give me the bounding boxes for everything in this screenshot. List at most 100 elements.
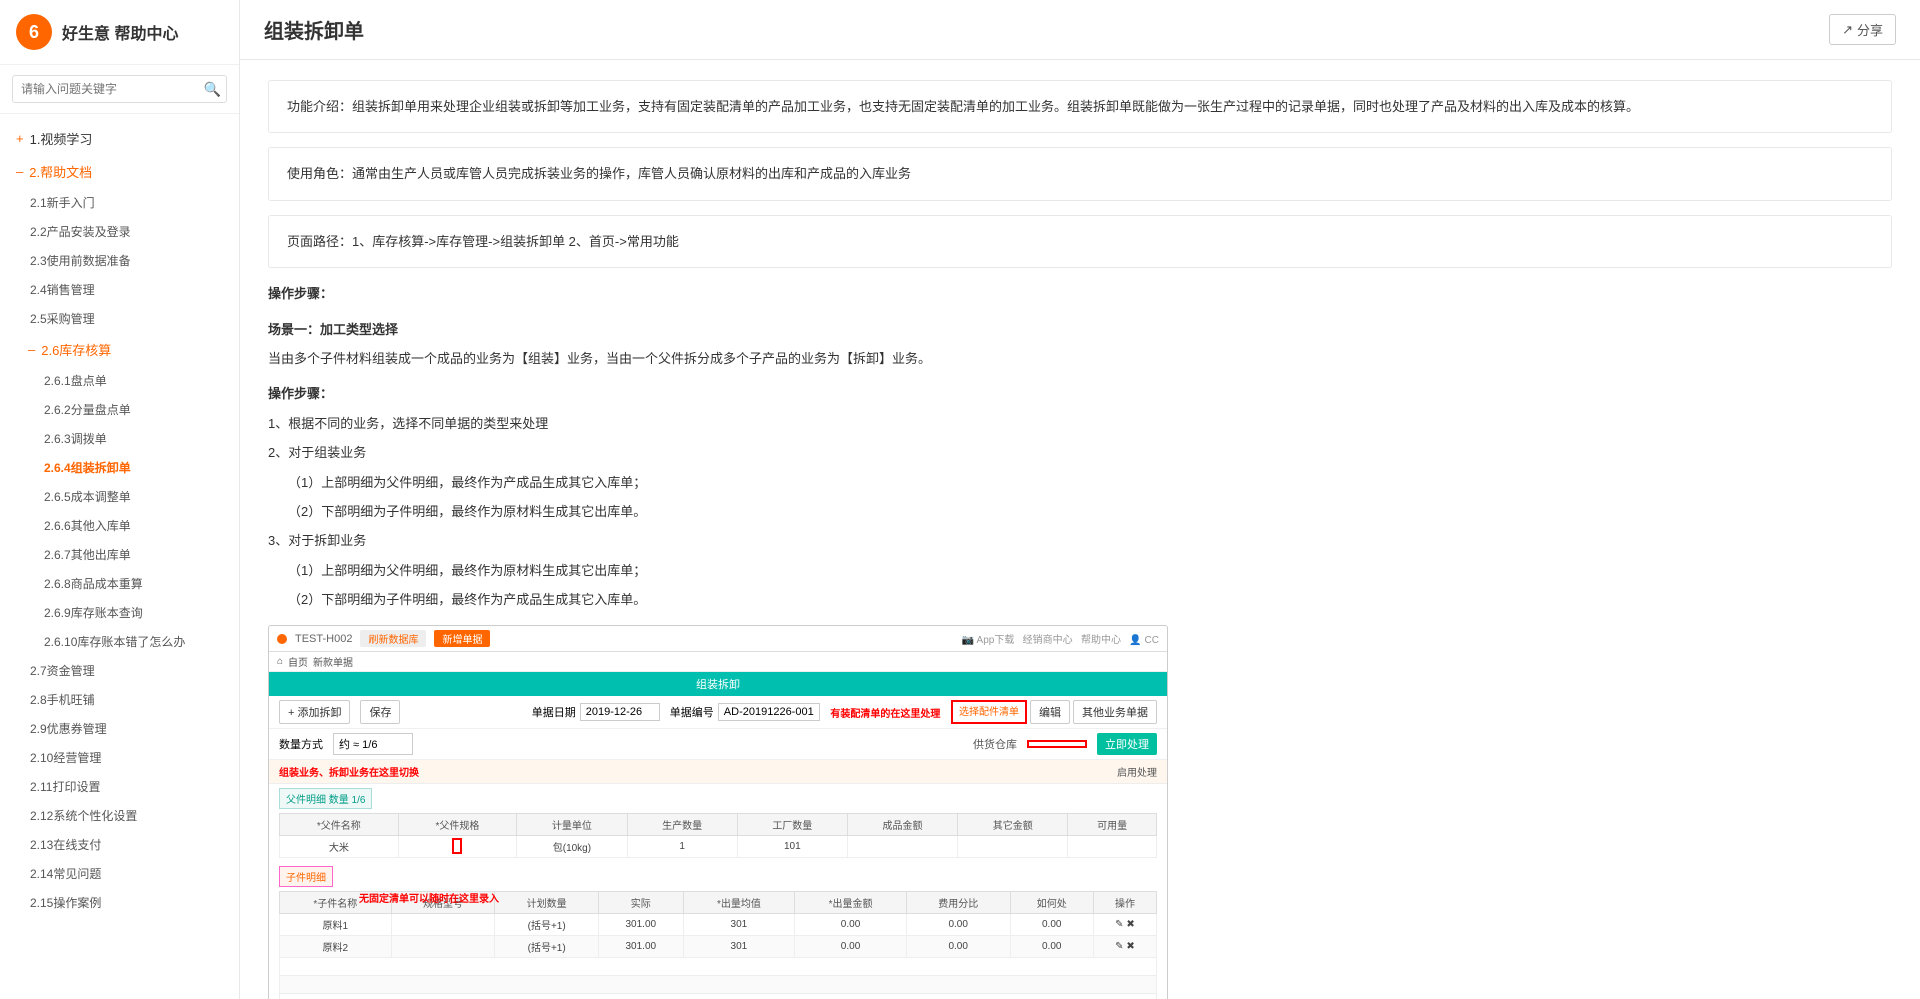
mock-type-header: 组装拆卸 xyxy=(269,672,1167,696)
mock-lr2-op: ✎ ✖ xyxy=(1093,936,1156,958)
mock-upper-cell-name: 大米 xyxy=(280,836,399,858)
mock-edit-btn: 编辑 xyxy=(1030,700,1070,724)
mock-warehouse-input xyxy=(1027,740,1087,748)
mock-type-label: 组装拆卸 xyxy=(696,679,740,691)
step3-2-text: （2）下部明细为子件明细，最终作为产成品生成其它入库单。 xyxy=(288,588,1892,611)
mock-nav-new: 新款单据 xyxy=(313,654,353,669)
mock-input-red-name xyxy=(452,838,462,854)
mock-lower-row-2: 原料2 (括号+1) 301.00 301 0.00 0.00 0.00 ✎ ✖ xyxy=(280,936,1157,958)
sidebar-item-2-6-5[interactable]: 2.6.5成本调整单 xyxy=(0,482,239,511)
share-label: 分享 xyxy=(1857,20,1883,39)
sidebar-item-2-2[interactable]: 2.2产品安装及登录 xyxy=(0,217,239,246)
sidebar-item-2-12[interactable]: 2.12系统个性化设置 xyxy=(0,801,239,830)
sidebar-item-2-3[interactable]: 2.3使用前数据准备 xyxy=(0,246,239,275)
mock-lr1-op: ✎ ✖ xyxy=(1093,914,1156,936)
sidebar-item-2-6-10[interactable]: 2.6.10库存账本错了怎么办 xyxy=(0,627,239,656)
mock-upper-cell-unit: 包(10kg) xyxy=(517,836,627,858)
mock-lr1-how: 0.00 xyxy=(1010,914,1093,936)
intro-text-2: 使用角色：通常由生产人员或库管人员完成拆装业务的操作，库管人员确认原材料的出库和… xyxy=(287,162,1873,185)
scene1-section: 场景一：加工类型选择 当由多个子件材料组装成一个成品的业务为【组装】业务，当由一… xyxy=(268,318,1892,371)
mock-upper-cell-amt2 xyxy=(958,836,1068,858)
mock-lower-row-1: 原料1 (括号+1) 301.00 301 0.00 0.00 0.00 ✎ ✖ xyxy=(280,914,1157,936)
sidebar-item-2-6-1[interactable]: 2.6.1盘点单 xyxy=(0,366,239,395)
sidebar-item-2-6-7[interactable]: 2.6.7其他出库单 xyxy=(0,540,239,569)
sidebar-item-2-13[interactable]: 2.13在线支付 xyxy=(0,830,239,859)
sidebar-item-2-6-4[interactable]: 2.6.4组装拆卸单 xyxy=(0,453,239,482)
page-header: 组装拆卸单 ↗ 分享 xyxy=(240,0,1920,60)
mock-lth-4: 实际 xyxy=(599,892,684,914)
sidebar-item-label: 1.视频学习 xyxy=(30,129,93,148)
mock-lower-table-container: 子件明细 无固定清单可以随时在这里录入 *子件名称 规格型号 计划数量 实际 *… xyxy=(269,862,1167,999)
sidebar-item-2-4[interactable]: 2.4销售管理 xyxy=(0,275,239,304)
mock-upper-cell-spec xyxy=(398,836,517,858)
search-input[interactable] xyxy=(12,75,227,103)
mock-lr1-spec xyxy=(391,914,495,936)
sidebar-item-2-6-9[interactable]: 2.6.9库存账本查询 xyxy=(0,598,239,627)
mock-lth-7: 费用分比 xyxy=(906,892,1010,914)
sidebar-item-2-1[interactable]: 2.1新手入门 xyxy=(0,188,239,217)
logo-icon: 6 xyxy=(16,14,52,50)
sidebar-item-2-6-2[interactable]: 2.6.2分量盘点单 xyxy=(0,395,239,424)
mock-upper-table: *父件名称 *父件规格 计量单位 生产数量 工厂数量 成品金额 其它金额 可用量 xyxy=(279,813,1157,858)
sidebar-item-2-6-3[interactable]: 2.6.3调拨单 xyxy=(0,424,239,453)
share-button[interactable]: ↗ 分享 xyxy=(1829,14,1896,45)
mock-qty-value: 约 ≈ 1/6 xyxy=(333,733,413,755)
step2-2-text: （2）下部明细为子件明细，最终作为原材料生成其它出库单。 xyxy=(288,500,1892,523)
mock-th-7: 其它金额 xyxy=(958,814,1068,836)
mock-confirm-btn: 立即处理 xyxy=(1097,733,1157,755)
mock-lower-row-5 xyxy=(280,994,1157,999)
sidebar-item-2-6[interactable]: – 2.6库存核算 xyxy=(0,333,239,366)
intro-text-1: 功能介绍：组装拆卸单用来处理企业组装或拆卸等加工业务，支持有固定装配清单的产品加… xyxy=(287,95,1873,118)
sidebar-item-2-10[interactable]: 2.10经营管理 xyxy=(0,743,239,772)
mock-th-2: *父件规格 xyxy=(398,814,517,836)
mock-th-8: 可用量 xyxy=(1068,814,1157,836)
mock-form-row: + 添加拆卸 保存 单据日期 2019-12-26 单据编号 AD-201912… xyxy=(269,696,1167,729)
mock-lower-row-4 xyxy=(280,976,1157,994)
mock-date-value: 2019-12-26 xyxy=(580,703,660,721)
ops-steps-section: 操作步骤： 1、根据不同的业务，选择不同单据的类型来处理 2、对于组装业务 （1… xyxy=(268,382,1892,611)
main-content: 功能介绍：组装拆卸单用来处理企业组装或拆卸等加工业务，支持有固定装配清单的产品加… xyxy=(240,60,1920,999)
mock-num-field: 单据编号 AD-20191226-001 xyxy=(670,703,820,721)
step3-text: 3、对于拆卸业务 xyxy=(268,529,1892,552)
mock-lth-5: *出量均值 xyxy=(683,892,795,914)
intro-block-1: 功能介绍：组装拆卸单用来处理企业组装或拆卸等加工业务，支持有固定装配清单的产品加… xyxy=(268,80,1892,133)
sidebar-item-2-6-8[interactable]: 2.6.8商品成本重算 xyxy=(0,569,239,598)
mock-lth-9: 操作 xyxy=(1093,892,1156,914)
sidebar-item-docs[interactable]: – 2.帮助文档 xyxy=(0,155,239,188)
mock-lr2-ratio: 0.00 xyxy=(906,936,1010,958)
mock-lower-table-label: 子件明细 xyxy=(279,866,333,887)
mock-lth-8: 如何处 xyxy=(1010,892,1093,914)
mock-lr2-name: 原料2 xyxy=(280,936,392,958)
sidebar-item-2-5[interactable]: 2.5采购管理 xyxy=(0,304,239,333)
main-area: 组装拆卸单 ↗ 分享 功能介绍：组装拆卸单用来处理企业组装或拆卸等加工业务，支持… xyxy=(240,0,1920,999)
sidebar-item-2-11[interactable]: 2.11打印设置 xyxy=(0,772,239,801)
logo-area: 6 好生意 帮助中心 xyxy=(0,0,239,65)
mock-type-annotation: 组装业务、拆卸业务在这里切换 xyxy=(279,764,419,779)
sidebar-item-2-6-6[interactable]: 2.6.6其他入库单 xyxy=(0,511,239,540)
mock-num-value: AD-20191226-001 xyxy=(718,703,820,721)
search-area: 🔍 xyxy=(0,65,239,114)
sidebar-item-2-8[interactable]: 2.8手机旺铺 xyxy=(0,685,239,714)
sidebar-item-2-9[interactable]: 2.9优惠券管理 xyxy=(0,714,239,743)
sidebar: 6 好生意 帮助中心 🔍 + 1.视频学习 – 2.帮助文档 2.1新手入门 2… xyxy=(0,0,240,999)
minus-icon: – xyxy=(28,342,35,357)
mock-lr2-spec xyxy=(391,936,495,958)
sidebar-item-2-7[interactable]: 2.7资金管理 xyxy=(0,656,239,685)
mock-lower-table: *子件名称 规格型号 计划数量 实际 *出量均值 *出量金额 费用分比 如何处 … xyxy=(279,891,1157,999)
path-block: 页面路径：1、库存核算->库存管理->组装拆卸单 2、首页->常用功能 xyxy=(268,215,1892,268)
sidebar-item-2-14[interactable]: 2.14常见问题 xyxy=(0,859,239,888)
sidebar-item-2-15[interactable]: 2.15操作案例 xyxy=(0,888,239,917)
mock-lr1-ratio: 0.00 xyxy=(906,914,1010,936)
mock-date-label: 单据日期 xyxy=(532,704,576,720)
minus-icon: – xyxy=(16,164,23,179)
search-button[interactable]: 🔍 xyxy=(204,81,221,98)
sidebar-item-videos[interactable]: + 1.视频学习 xyxy=(0,122,239,155)
mock-num-label: 单据编号 xyxy=(670,704,714,720)
sidebar-item-label: 2.6库存核算 xyxy=(41,340,111,359)
logo-text: 好生意 帮助中心 xyxy=(62,20,178,44)
step1-text: 1、根据不同的业务，选择不同单据的类型来处理 xyxy=(268,412,1892,435)
step2-text: 2、对于组装业务 xyxy=(268,441,1892,464)
mock-title-text: TEST-H002 xyxy=(295,633,352,645)
mock-upper-cell-amt1 xyxy=(847,836,957,858)
path-text: 页面路径：1、库存核算->库存管理->组装拆卸单 2、首页->常用功能 xyxy=(287,230,1873,253)
